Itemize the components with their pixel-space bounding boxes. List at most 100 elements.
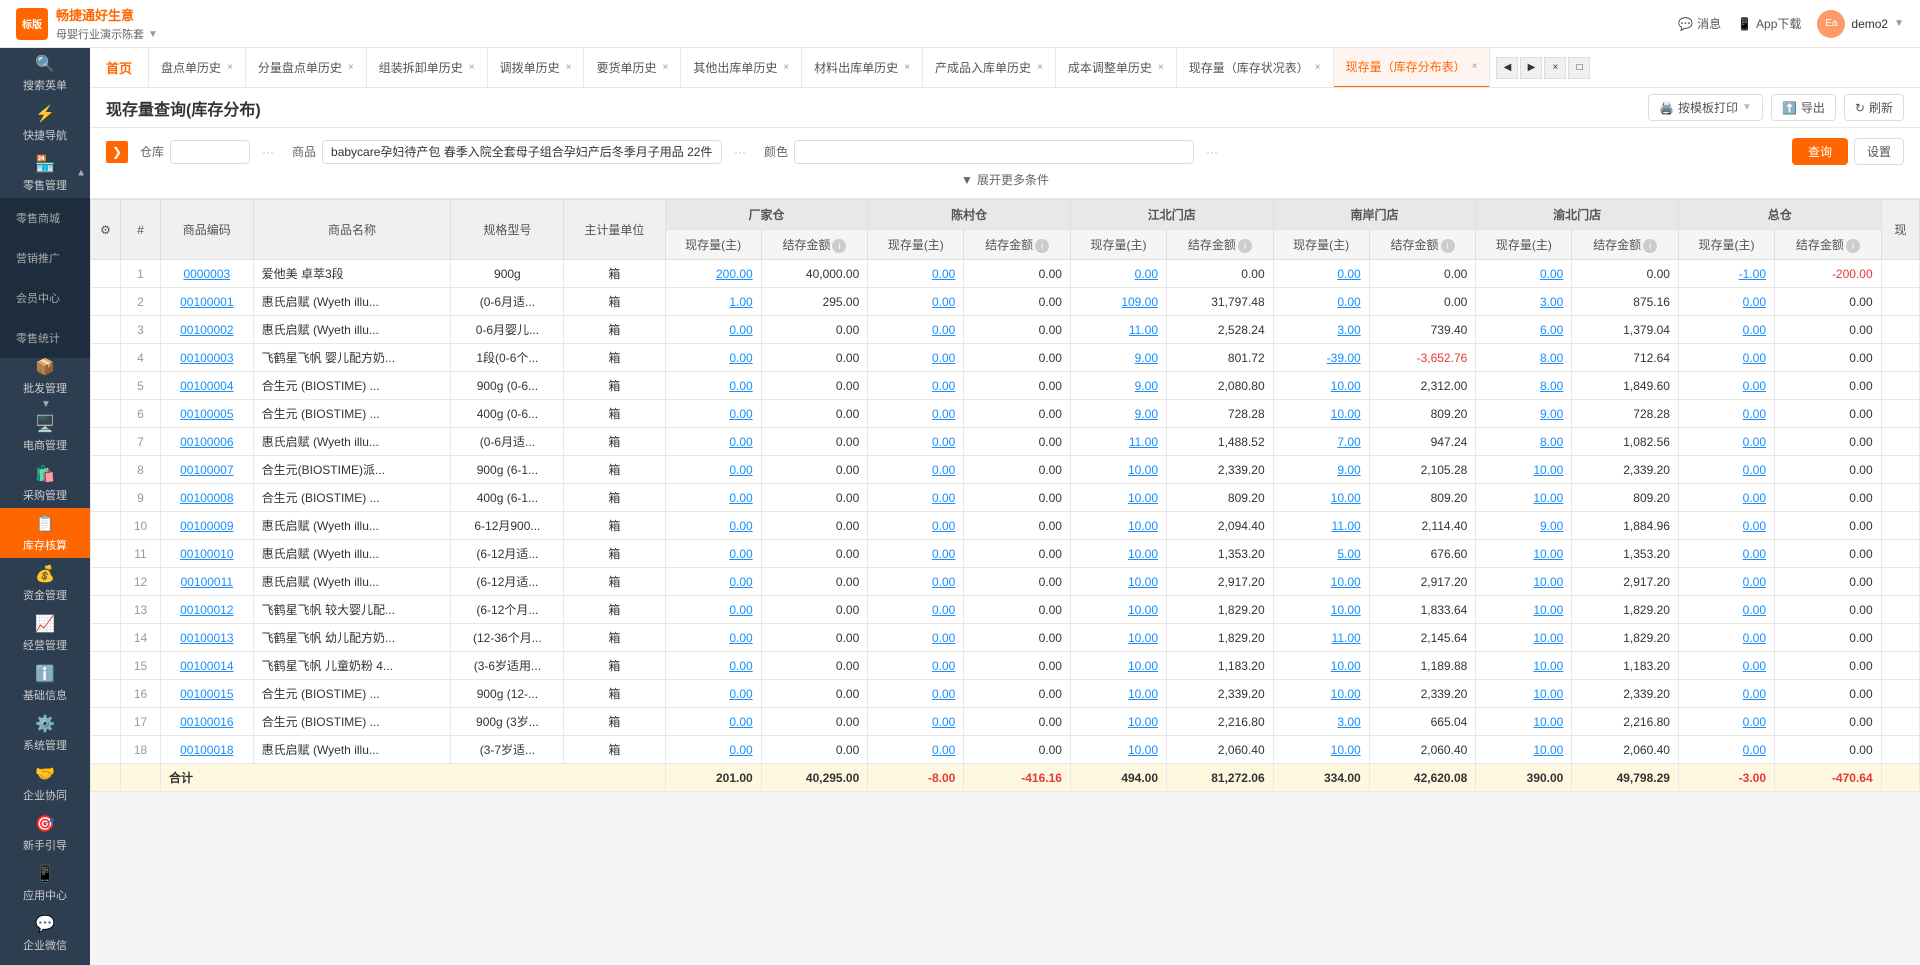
td-f-qty[interactable]: 0.00 [665, 568, 761, 596]
app-download-btn[interactable]: 📱 App下载 [1737, 15, 1801, 32]
td-total-qty[interactable]: 0.00 [1678, 372, 1774, 400]
sidebar-item-purchase[interactable]: 🛍️ 采购管理 [0, 458, 90, 508]
sidebar-item-inventory[interactable]: 📋 库存核算 [0, 508, 90, 558]
td-c-qty[interactable]: 0.00 [868, 288, 964, 316]
td-yb-qty[interactable]: 8.00 [1476, 372, 1572, 400]
td-c-qty[interactable]: 0.00 [868, 456, 964, 484]
td-f-qty[interactable]: 0.00 [665, 484, 761, 512]
td-code[interactable]: 00100011 [161, 568, 254, 596]
td-total-qty[interactable]: 0.00 [1678, 596, 1774, 624]
td-code[interactable]: 00100003 [161, 344, 254, 372]
td-jb-qty[interactable]: 9.00 [1070, 400, 1166, 428]
td-nb-qty[interactable]: 10.00 [1273, 400, 1369, 428]
td-code[interactable]: 00100001 [161, 288, 254, 316]
td-f-qty[interactable]: 0.00 [665, 428, 761, 456]
td-yb-qty[interactable]: 10.00 [1476, 596, 1572, 624]
td-total-qty[interactable]: 0.00 [1678, 400, 1774, 428]
close-tab-prodin[interactable]: × [1037, 62, 1043, 73]
td-jb-qty[interactable]: 10.00 [1070, 512, 1166, 540]
td-jb-qty[interactable]: 10.00 [1070, 568, 1166, 596]
td-c-qty[interactable]: 0.00 [868, 428, 964, 456]
td-total-qty[interactable]: 0.00 [1678, 624, 1774, 652]
tab-stock-history[interactable]: 盘点单历史 × [149, 48, 246, 88]
td-yb-qty[interactable]: 3.00 [1476, 288, 1572, 316]
td-f-qty[interactable]: 0.00 [665, 708, 761, 736]
expand-icon-btn[interactable]: ❯ [106, 141, 128, 163]
td-nb-qty[interactable]: -39.00 [1273, 344, 1369, 372]
td-yb-qty[interactable]: 10.00 [1476, 624, 1572, 652]
tab-home[interactable]: 首页 [90, 48, 149, 88]
sidebar-item-quicknav[interactable]: ⚡ 快捷导航 [0, 98, 90, 148]
td-c-qty[interactable]: 0.00 [868, 680, 964, 708]
td-jb-qty[interactable]: 10.00 [1070, 708, 1166, 736]
warehouse-ellipsis[interactable]: ··· [256, 145, 280, 159]
close-tab-req[interactable]: × [662, 62, 668, 73]
td-nb-qty[interactable]: 10.00 [1273, 372, 1369, 400]
td-yb-qty[interactable]: 8.00 [1476, 344, 1572, 372]
td-c-qty[interactable]: 0.00 [868, 484, 964, 512]
nav-menu-btn[interactable]: □ [1568, 57, 1590, 79]
td-f-qty[interactable]: 0.00 [665, 540, 761, 568]
td-c-qty[interactable]: 0.00 [868, 568, 964, 596]
export-btn[interactable]: ⬆️ 导出 [1771, 94, 1836, 121]
sidebar-item-retailshop[interactable]: 零售商城 [0, 198, 90, 238]
tab-cost-adjust[interactable]: 成本调整单历史 × [1056, 48, 1177, 88]
tab-inventory-dist[interactable]: 现存量（库存分布表） × [1334, 48, 1491, 88]
td-code[interactable]: 0000003 [161, 260, 254, 288]
message-btn[interactable]: 💬 消息 [1678, 15, 1721, 32]
close-tab-invstatus[interactable]: × [1315, 62, 1321, 73]
sidebar-item-corp[interactable]: 🤝 企业协同 [0, 758, 90, 808]
td-code[interactable]: 00100009 [161, 512, 254, 540]
sidebar-item-basic[interactable]: ℹ️ 基础信息 [0, 658, 90, 708]
td-total-qty[interactable]: -1.00 [1678, 260, 1774, 288]
td-yb-qty[interactable]: 10.00 [1476, 708, 1572, 736]
td-yb-qty[interactable]: 10.00 [1476, 736, 1572, 764]
td-nb-qty[interactable]: 10.00 [1273, 568, 1369, 596]
tab-inventory-status[interactable]: 现存量（库存状况表） × [1177, 48, 1334, 88]
td-code[interactable]: 00100010 [161, 540, 254, 568]
nav-close-btn[interactable]: × [1544, 57, 1566, 79]
sidebar-item-system[interactable]: ⚙️ 系统管理 [0, 708, 90, 758]
td-nb-qty[interactable]: 3.00 [1273, 316, 1369, 344]
td-jb-qty[interactable]: 11.00 [1070, 428, 1166, 456]
td-code[interactable]: 00100013 [161, 624, 254, 652]
td-nb-qty[interactable]: 10.00 [1273, 652, 1369, 680]
td-c-qty[interactable]: 0.00 [868, 652, 964, 680]
sidebar-item-guide[interactable]: 🎯 新手引导 [0, 808, 90, 858]
td-nb-qty[interactable]: 11.00 [1273, 512, 1369, 540]
td-c-qty[interactable]: 0.00 [868, 372, 964, 400]
td-yb-qty[interactable]: 8.00 [1476, 428, 1572, 456]
td-total-qty[interactable]: 0.00 [1678, 708, 1774, 736]
sidebar-item-operation[interactable]: 📈 经营管理 [0, 608, 90, 658]
td-jb-qty[interactable]: 10.00 [1070, 540, 1166, 568]
sidebar-item-apps[interactable]: 📱 应用中心 [0, 858, 90, 908]
close-tab-assemble[interactable]: × [469, 62, 475, 73]
td-jb-qty[interactable]: 10.00 [1070, 652, 1166, 680]
td-f-qty[interactable]: 0.00 [665, 680, 761, 708]
td-jb-qty[interactable]: 10.00 [1070, 596, 1166, 624]
td-jb-qty[interactable]: 10.00 [1070, 736, 1166, 764]
expand-more-btn[interactable]: ▼ 展开更多条件 [106, 171, 1904, 188]
td-nb-qty[interactable]: 3.00 [1273, 708, 1369, 736]
info-icon-c[interactable]: i [1035, 239, 1049, 253]
td-yb-qty[interactable]: 10.00 [1476, 456, 1572, 484]
td-yb-qty[interactable]: 10.00 [1476, 652, 1572, 680]
tab-requisition-history[interactable]: 要货单历史 × [584, 48, 681, 88]
td-nb-qty[interactable]: 10.00 [1273, 680, 1369, 708]
td-c-qty[interactable]: 0.00 [868, 540, 964, 568]
td-c-qty[interactable]: 0.00 [868, 596, 964, 624]
info-icon-nb[interactable]: i [1441, 239, 1455, 253]
product-ellipsis[interactable]: ··· [728, 145, 752, 159]
sidebar-item-retail[interactable]: 🏪 零售管理 ▲ [0, 148, 90, 198]
close-tab-costadjust[interactable]: × [1158, 62, 1164, 73]
query-btn[interactable]: 查询 [1792, 138, 1848, 165]
sidebar-item-member[interactable]: 会员中心 [0, 278, 90, 318]
td-nb-qty[interactable]: 11.00 [1273, 624, 1369, 652]
sidebar-item-ecommerce[interactable]: 🖥️ 电商管理 [0, 408, 90, 458]
td-total-qty[interactable]: 0.00 [1678, 512, 1774, 540]
tab-assemble-history[interactable]: 组装拆卸单历史 × [367, 48, 488, 88]
td-f-qty[interactable]: 0.00 [665, 372, 761, 400]
info-icon-yb[interactable]: i [1643, 239, 1657, 253]
td-code[interactable]: 00100018 [161, 736, 254, 764]
warehouse-input[interactable] [170, 140, 250, 164]
